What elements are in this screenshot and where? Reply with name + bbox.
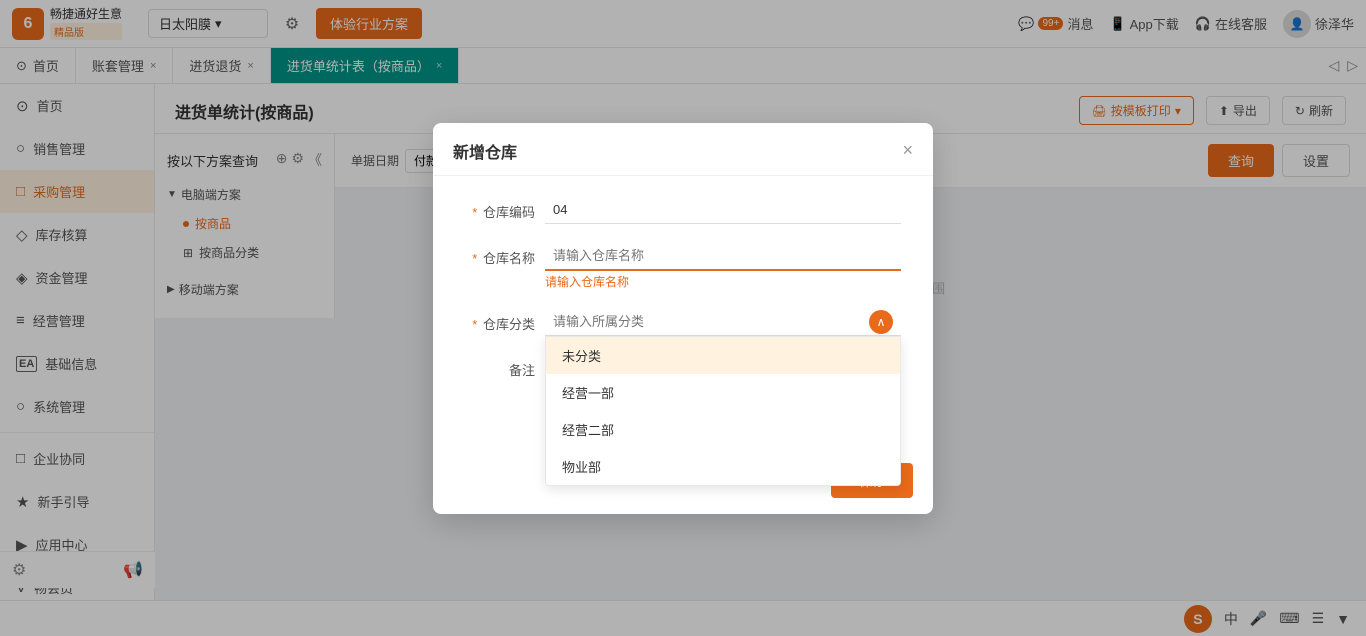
code-label-text: 仓库编码 [483,205,535,220]
name-input[interactable] [545,242,901,271]
form-row-category: * 仓库分类 ∧ 未分类 经营一部 经营二部 物业部 [465,308,901,336]
code-required-mark: * [472,205,477,220]
category-label-text: 仓库分类 [483,317,535,332]
form-row-code: * 仓库编码 [465,196,901,224]
dropdown-item-dept2[interactable]: 经营二部 [546,411,900,448]
category-required-mark: * [472,317,477,332]
dropdown-item-unclassified[interactable]: 未分类 [546,337,900,374]
note-label-text: 备注 [509,363,535,378]
dropdown-item-dept1[interactable]: 经营一部 [546,374,900,411]
name-label: * 仓库名称 [465,242,545,267]
category-toggle-button[interactable]: ∧ [869,310,893,334]
code-label: * 仓库编码 [465,196,545,221]
modal-header: 新增仓库 × [433,123,933,176]
modal-backdrop: 新增仓库 × * 仓库编码 * 仓库名称 [0,0,1366,636]
category-dropdown: 未分类 经营一部 经营二部 物业部 [545,336,901,486]
modal-body: * 仓库编码 * 仓库名称 请输入仓库名称 [433,176,933,451]
form-row-name: * 仓库名称 请输入仓库名称 [465,242,901,290]
name-label-text: 仓库名称 [483,251,535,266]
note-label: 备注 [465,354,545,379]
modal-close-button[interactable]: × [902,140,913,161]
name-error-msg: 请输入仓库名称 [545,273,901,290]
add-warehouse-modal: 新增仓库 × * 仓库编码 * 仓库名称 [433,123,933,514]
category-label: * 仓库分类 [465,308,545,333]
modal-title: 新增仓库 [453,139,517,163]
name-input-wrap: 请输入仓库名称 [545,242,901,290]
category-input[interactable] [545,308,901,336]
code-input-wrap [545,196,901,224]
name-required-mark: * [472,251,477,266]
code-input[interactable] [545,196,901,224]
dropdown-item-dept3[interactable]: 物业部 [546,448,900,485]
category-select-wrap: ∧ 未分类 经营一部 经营二部 物业部 [545,308,901,336]
